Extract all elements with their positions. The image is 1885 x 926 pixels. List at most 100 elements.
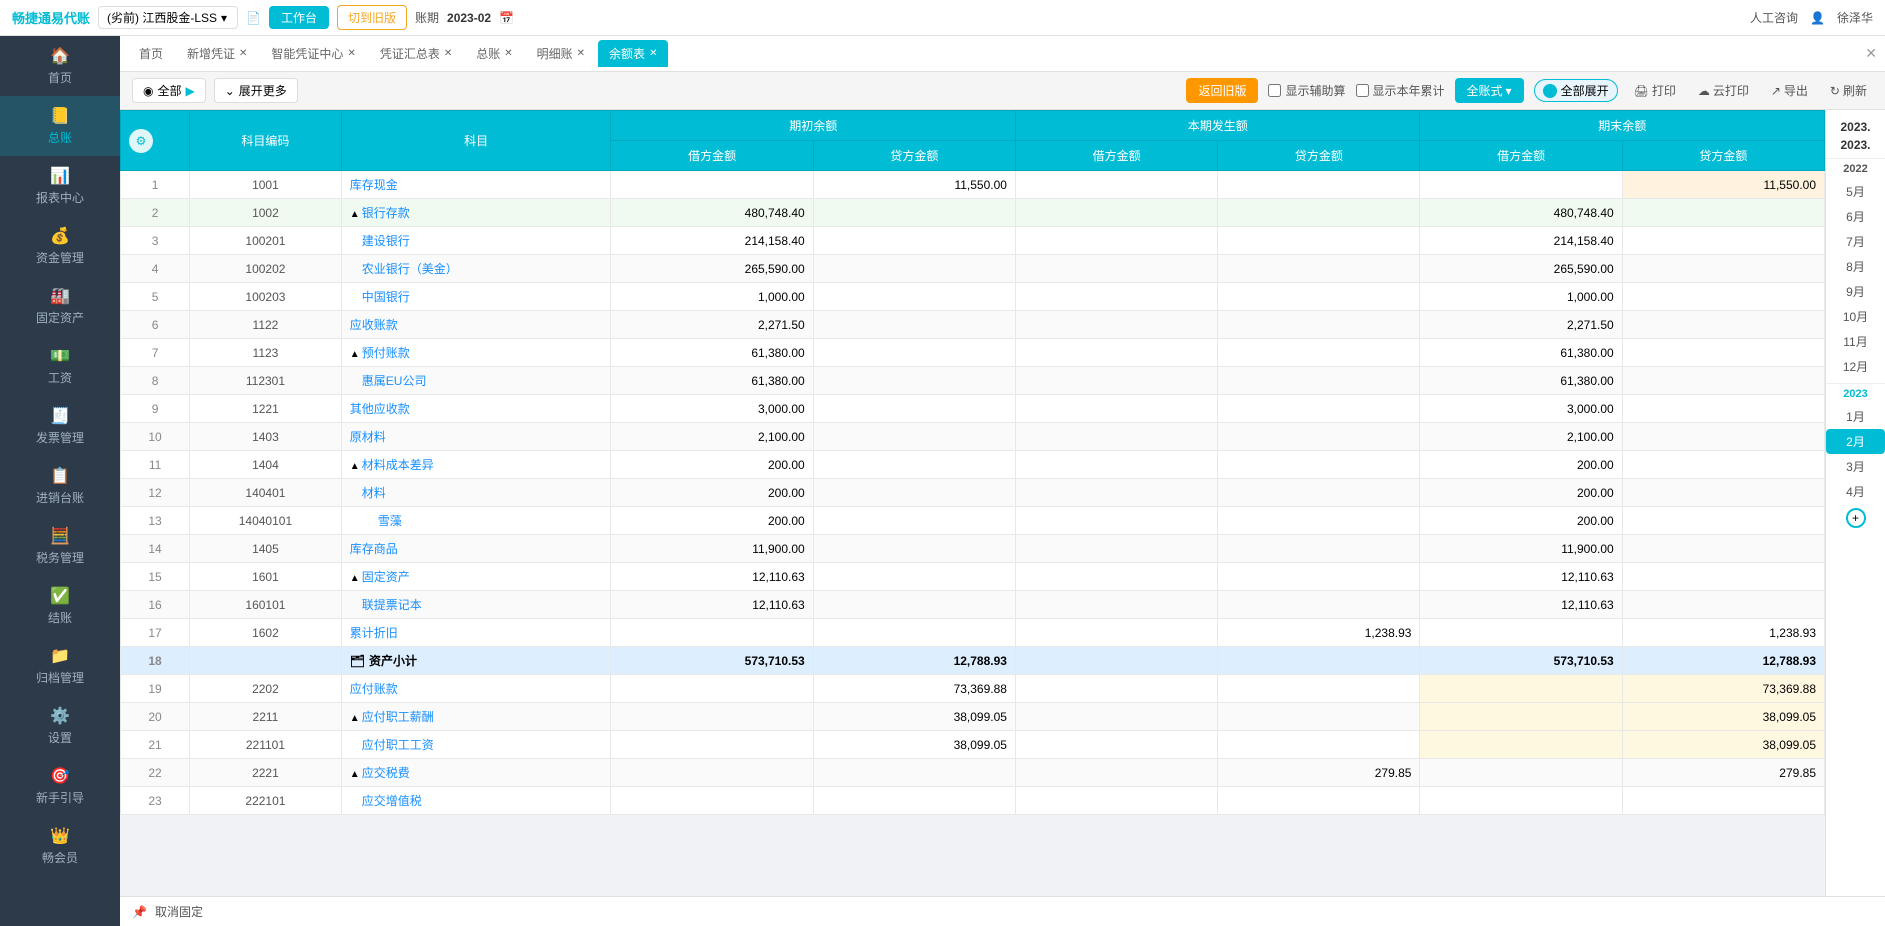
- sidebar-item-ledger[interactable]: 📒 总账: [0, 96, 120, 156]
- tab-new-voucher[interactable]: 新增凭证 ✕: [176, 40, 258, 67]
- cell-name[interactable]: ▲固定资产: [341, 563, 611, 591]
- tab-close-smart-voucher[interactable]: ✕: [347, 48, 355, 59]
- cell-ps-credit[interactable]: 12,788.93: [813, 647, 1015, 675]
- account-name-link[interactable]: 银行存款: [362, 206, 410, 220]
- cell-name[interactable]: ▲材料成本差异: [341, 451, 611, 479]
- cell-ps-debit[interactable]: 573,710.53: [611, 647, 813, 675]
- cell-ps-debit[interactable]: 200.00: [611, 479, 813, 507]
- month-2022-12[interactable]: 12月: [1826, 354, 1885, 379]
- month-2022-7[interactable]: 7月: [1826, 229, 1885, 254]
- unpin-button[interactable]: 取消固定: [155, 903, 203, 920]
- tab-close-voucher-summary[interactable]: ✕: [444, 48, 452, 59]
- calendar-scroll-icon[interactable]: +: [1846, 508, 1866, 528]
- account-name-link[interactable]: 库存商品: [350, 542, 398, 556]
- cell-pe-debit[interactable]: 2,271.50: [1420, 311, 1622, 339]
- sidebar-item-salary[interactable]: 💵 工资: [0, 336, 120, 396]
- sidebar-item-invoice[interactable]: 🧾 发票管理: [0, 396, 120, 456]
- cell-ps-debit[interactable]: 12,110.63: [611, 563, 813, 591]
- sidebar-item-home[interactable]: 🏠 首页: [0, 36, 120, 96]
- account-name-link[interactable]: 材料: [362, 486, 386, 500]
- cell-pe-debit[interactable]: 200.00: [1420, 451, 1622, 479]
- workbench-button[interactable]: 工作台: [269, 6, 329, 29]
- tab-close-new-voucher[interactable]: ✕: [239, 48, 247, 59]
- cell-name[interactable]: 应付账款: [341, 675, 611, 703]
- close-all-icon[interactable]: ✕: [1865, 45, 1877, 62]
- cell-name[interactable]: 🗂资产小计: [341, 647, 611, 675]
- month-2023-4[interactable]: 4月: [1826, 479, 1885, 504]
- sidebar-item-purchase[interactable]: 📋 进销台账: [0, 456, 120, 516]
- cell-name[interactable]: 应收账款: [341, 311, 611, 339]
- cell-ps-debit[interactable]: 200.00: [611, 451, 813, 479]
- month-2023-1[interactable]: 1月: [1826, 404, 1885, 429]
- cell-pe-credit[interactable]: 1,238.93: [1622, 619, 1824, 647]
- cell-pe-debit[interactable]: 12,110.63: [1420, 563, 1622, 591]
- cell-pe-debit[interactable]: 573,710.53: [1420, 647, 1622, 675]
- sidebar-item-reports[interactable]: 📊 报表中心: [0, 156, 120, 216]
- month-2022-5[interactable]: 5月: [1826, 179, 1885, 204]
- cell-pe-debit[interactable]: 480,748.40: [1420, 199, 1622, 227]
- cell-pe-credit[interactable]: 38,099.05: [1622, 731, 1824, 759]
- sidebar-item-funds[interactable]: 💰 资金管理: [0, 216, 120, 276]
- show-ytd-checkbox[interactable]: 显示本年累计: [1356, 82, 1445, 99]
- cell-ps-debit[interactable]: 1,000.00: [611, 283, 813, 311]
- cell-ps-credit[interactable]: 38,099.05: [813, 731, 1015, 759]
- account-name-link[interactable]: 材料成本差异: [362, 458, 434, 472]
- switch-version-button[interactable]: 切到旧版: [337, 5, 407, 30]
- account-name-link[interactable]: 建设银行: [362, 234, 410, 248]
- cell-ps-credit[interactable]: 38,099.05: [813, 703, 1015, 731]
- account-name-link[interactable]: 固定资产: [362, 570, 410, 584]
- filter-all-button[interactable]: ◉ 全部 ▶: [132, 78, 206, 103]
- return-old-version-button[interactable]: 返回旧版: [1186, 78, 1258, 103]
- cell-pe-debit[interactable]: 265,590.00: [1420, 255, 1622, 283]
- export-button[interactable]: ↗ 导出: [1765, 80, 1814, 101]
- tab-smart-voucher[interactable]: 智能凭证中心 ✕: [260, 40, 366, 67]
- cell-ps-debit[interactable]: 480,748.40: [611, 199, 813, 227]
- tab-close-balance-sheet[interactable]: ✕: [649, 48, 657, 59]
- sidebar-item-tax[interactable]: 🧮 税务管理: [0, 516, 120, 576]
- cell-pe-debit[interactable]: 12,110.63: [1420, 591, 1622, 619]
- month-2023-2[interactable]: 2月: [1826, 429, 1885, 454]
- sidebar-item-archive[interactable]: 📁 归档管理: [0, 636, 120, 696]
- tab-home[interactable]: 首页: [128, 40, 174, 67]
- show-aux-checkbox[interactable]: 显示辅助算: [1268, 82, 1345, 99]
- cell-ps-debit[interactable]: 61,380.00: [611, 339, 813, 367]
- refresh-button[interactable]: ↻ 刷新: [1824, 80, 1873, 101]
- month-2023-3[interactable]: 3月: [1826, 454, 1885, 479]
- header-settings[interactable]: ⚙: [121, 111, 190, 171]
- consult-btn[interactable]: 人工咨询: [1750, 9, 1798, 26]
- print-button[interactable]: 🖨 打印: [1628, 80, 1682, 101]
- cell-name[interactable]: ▲预付账款: [341, 339, 611, 367]
- account-name-link[interactable]: 雪藻: [378, 514, 402, 528]
- cloud-print-button[interactable]: ☁ 云打印: [1692, 80, 1755, 101]
- cell-pe-debit[interactable]: 3,000.00: [1420, 395, 1622, 423]
- cell-name[interactable]: 应交增值税: [341, 787, 611, 815]
- cell-pe-credit[interactable]: 73,369.88: [1622, 675, 1824, 703]
- account-name-link[interactable]: 应交增值税: [362, 794, 422, 808]
- company-selector[interactable]: (劣前) 江西股金-LSS ▾: [98, 6, 238, 29]
- cell-pe-credit[interactable]: 12,788.93: [1622, 647, 1824, 675]
- cell-name[interactable]: 应付职工工资: [341, 731, 611, 759]
- cell-pe-debit[interactable]: 200.00: [1420, 507, 1622, 535]
- cell-cd-credit[interactable]: 1,238.93: [1218, 619, 1420, 647]
- cell-name[interactable]: 其他应收款: [341, 395, 611, 423]
- account-name-link[interactable]: 农业银行（美金）: [362, 262, 458, 276]
- cell-ps-debit[interactable]: 61,380.00: [611, 367, 813, 395]
- account-name-link[interactable]: 联提票记本: [362, 598, 422, 612]
- month-2022-11[interactable]: 11月: [1826, 329, 1885, 354]
- cell-pe-debit[interactable]: 200.00: [1420, 479, 1622, 507]
- account-name-link[interactable]: 原材料: [350, 430, 386, 444]
- sidebar-item-assets[interactable]: 🏭 固定资产: [0, 276, 120, 336]
- tab-close-detail-ledger[interactable]: ✕: [577, 48, 585, 59]
- cell-ps-debit[interactable]: 265,590.00: [611, 255, 813, 283]
- sidebar-item-member[interactable]: 👑 畅会员: [0, 816, 120, 876]
- cell-cd-credit[interactable]: 279.85: [1218, 759, 1420, 787]
- expand-more-button[interactable]: ⌄ 展开更多: [214, 78, 298, 103]
- cell-ps-debit[interactable]: 2,271.50: [611, 311, 813, 339]
- cell-ps-debit[interactable]: 214,158.40: [611, 227, 813, 255]
- cell-ps-debit[interactable]: 200.00: [611, 507, 813, 535]
- account-name-link[interactable]: 预付账款: [362, 346, 410, 360]
- account-name-link[interactable]: 应付职工工资: [362, 738, 434, 752]
- month-2022-10[interactable]: 10月: [1826, 304, 1885, 329]
- sidebar-item-guide[interactable]: 🎯 新手引导: [0, 756, 120, 816]
- tab-detail-ledger[interactable]: 明细账 ✕: [526, 40, 596, 67]
